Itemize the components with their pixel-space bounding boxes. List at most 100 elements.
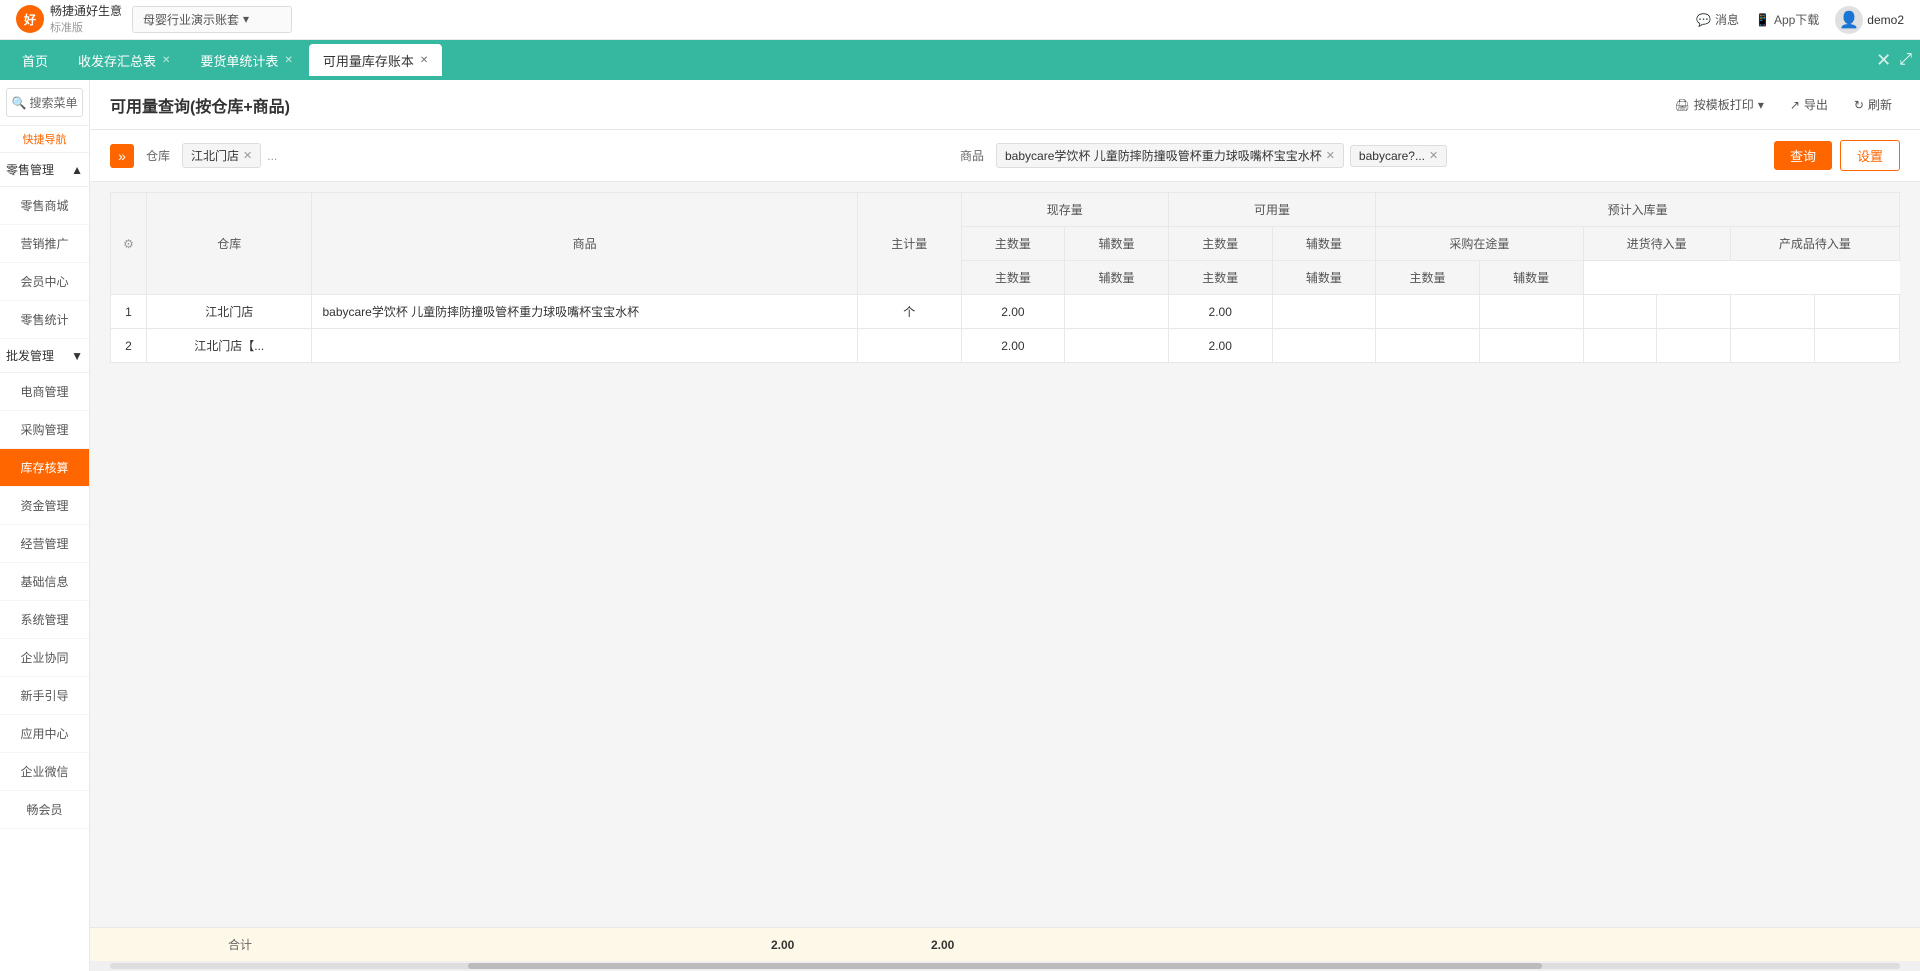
quick-nav-btn[interactable]: 快捷导航 bbox=[0, 126, 89, 153]
data-table: ⚙ 仓库 商品 主计量 现存量 可用量 预计入库量 主数量 辅数量 主数量 辅数… bbox=[110, 192, 1900, 363]
tab-receive-pay[interactable]: 收发存汇总表 ✕ bbox=[64, 44, 184, 76]
sidebar-item-basic-info[interactable]: 基础信息 bbox=[0, 563, 89, 601]
expand-tabs-btn[interactable]: ⤢ bbox=[1899, 51, 1912, 69]
sidebar-item-member-center-label: 会员中心 bbox=[20, 273, 68, 290]
table-scrollbar[interactable] bbox=[90, 961, 1920, 971]
th-stock: 现存量 bbox=[961, 193, 1168, 227]
sidebar-item-ecommerce[interactable]: 电商管理 bbox=[0, 373, 89, 411]
close-all-tabs-btn[interactable]: ✕ bbox=[1876, 50, 1891, 71]
logo-text-block: 畅捷通好生意 标准版 bbox=[50, 4, 122, 34]
sidebar-item-enterprise-wechat[interactable]: 企业微信 bbox=[0, 753, 89, 791]
cell-unit bbox=[857, 329, 961, 363]
tab-order-stats-close[interactable]: ✕ bbox=[284, 55, 292, 66]
sidebar-item-app-center[interactable]: 应用中心 bbox=[0, 715, 89, 753]
export-btn[interactable]: ↗ 导出 bbox=[1782, 92, 1836, 117]
tab-home[interactable]: 首页 bbox=[8, 44, 62, 76]
query-btn[interactable]: 查询 bbox=[1774, 141, 1832, 170]
tab-order-stats[interactable]: 要货单统计表 ✕ bbox=[186, 44, 306, 76]
th-expected: 预计入库量 bbox=[1376, 193, 1900, 227]
warehouse-filter-tags: 江北门店 ✕ ... bbox=[182, 143, 948, 168]
th-incoming: 进货待入量 bbox=[1583, 227, 1730, 261]
app-sub: 标准版 bbox=[50, 19, 122, 35]
refresh-label: 刷新 bbox=[1868, 96, 1892, 113]
product-tag-1-remove-btn[interactable]: ✕ bbox=[1326, 149, 1335, 162]
main-layout: 🔍 搜索菜单 快捷导航 零售管理 ▲ 零售商城 营销推广 会员中心 零售统计 批… bbox=[0, 80, 1920, 971]
sidebar-item-purchase-mgmt[interactable]: 采购管理 bbox=[0, 411, 89, 449]
th-warehouse: 仓库 bbox=[147, 193, 312, 295]
tab-order-stats-label: 要货单统计表 bbox=[200, 51, 278, 70]
sidebar-item-marketing[interactable]: 营销推广 bbox=[0, 225, 89, 263]
industry-selector[interactable]: 母婴行业演示账套 ▾ bbox=[132, 6, 292, 33]
filter-bar: » 仓库 江北门店 ✕ ... 商品 babycare学饮杯 儿童防摔防撞吸管杯… bbox=[90, 130, 1920, 182]
print-btn[interactable]: 🖨 按模板打印 ▾ bbox=[1667, 92, 1772, 117]
th-available: 可用量 bbox=[1168, 193, 1375, 227]
sidebar-item-inventory-label: 库存核算 bbox=[20, 459, 68, 476]
sidebar-item-finance-label: 资金管理 bbox=[20, 497, 68, 514]
sidebar-item-retail-mgmt[interactable]: 零售管理 ▲ bbox=[0, 153, 89, 187]
filter-expand-btn[interactable]: » bbox=[110, 144, 134, 168]
sidebar-item-new-guide[interactable]: 新手引导 bbox=[0, 677, 89, 715]
sidebar-item-enterprise-wechat-label: 企业微信 bbox=[20, 763, 68, 780]
product-tag-2-value: babycare?... bbox=[1359, 149, 1425, 163]
tab-receive-pay-close[interactable]: ✕ bbox=[162, 55, 170, 66]
cell-unit: 个 bbox=[857, 295, 961, 329]
warehouse-tag-remove-btn[interactable]: ✕ bbox=[243, 149, 252, 162]
cell-product: babycare学饮杯 儿童防摔防撞吸管杯重力球吸嘴杯宝宝水杯 bbox=[312, 295, 857, 329]
cell-warehouse: 江北门店【... bbox=[147, 329, 312, 363]
th-purchase-transit-main: 主数量 bbox=[961, 261, 1065, 295]
print-icon: 🖨 bbox=[1675, 98, 1690, 112]
page-actions: 🖨 按模板打印 ▾ ↗ 导出 ↻ 刷新 bbox=[1667, 92, 1900, 117]
cell-available-main: 2.00 bbox=[1168, 329, 1272, 363]
sidebar-item-member[interactable]: 畅会员 bbox=[0, 791, 89, 829]
sidebar-item-enterprise-collab-label: 企业协同 bbox=[20, 649, 68, 666]
user-area[interactable]: 👤 demo2 bbox=[1835, 6, 1904, 34]
avatar: 👤 bbox=[1835, 6, 1863, 34]
filter-actions: 查询 设置 bbox=[1774, 140, 1900, 171]
cell-incoming-sub bbox=[1657, 329, 1731, 363]
sidebar-item-enterprise-collab[interactable]: 企业协同 bbox=[0, 639, 89, 677]
setting-btn[interactable]: 设置 bbox=[1840, 140, 1900, 171]
sidebar-item-member-center[interactable]: 会员中心 bbox=[0, 263, 89, 301]
product-tag-2: babycare?... ✕ bbox=[1350, 145, 1447, 167]
app-download-btn[interactable]: 📱 App下载 bbox=[1755, 11, 1819, 28]
sidebar-item-retail-stats[interactable]: 零售统计 bbox=[0, 301, 89, 339]
sidebar-item-operations-label: 经营管理 bbox=[20, 535, 68, 552]
search-menu-btn[interactable]: 🔍 搜索菜单 bbox=[6, 88, 83, 117]
footer-available-main: 2.00 bbox=[903, 938, 983, 952]
table-row: 2 江北门店【... 2.00 2.00 bbox=[111, 329, 1900, 363]
product-filter-label: 商品 bbox=[960, 147, 984, 164]
cell-available-sub bbox=[1272, 295, 1376, 329]
warehouse-filter-label: 仓库 bbox=[146, 147, 170, 164]
chevron-up-icon: ▲ bbox=[71, 163, 83, 177]
tab-home-label: 首页 bbox=[22, 51, 48, 70]
product-filter-tags: babycare学饮杯 儿童防摔防撞吸管杯重力球吸嘴杯宝宝水杯 ✕ babyca… bbox=[996, 143, 1762, 168]
warehouse-tag-jiangbei: 江北门店 ✕ bbox=[182, 143, 261, 168]
sidebar-item-wholesale-mgmt[interactable]: 批发管理 ▼ bbox=[0, 339, 89, 373]
table-body: 1 江北门店 babycare学饮杯 儿童防摔防撞吸管杯重力球吸嘴杯宝宝水杯 个… bbox=[111, 295, 1900, 363]
warehouse-filter-more-btn[interactable]: ... bbox=[267, 149, 277, 163]
sidebar-item-finance[interactable]: 资金管理 bbox=[0, 487, 89, 525]
tab-receive-pay-label: 收发存汇总表 bbox=[78, 51, 156, 70]
tab-available-stock[interactable]: 可用量库存账本 ✕ bbox=[309, 44, 442, 76]
sidebar-item-inventory[interactable]: 库存核算 bbox=[0, 449, 89, 487]
scroll-thumb[interactable] bbox=[468, 963, 1542, 969]
logo-icon: 好 bbox=[16, 5, 44, 33]
th-unit: 主计量 bbox=[857, 193, 961, 295]
sidebar-item-operations[interactable]: 经营管理 bbox=[0, 525, 89, 563]
chat-btn[interactable]: 💬 消息 bbox=[1696, 11, 1739, 28]
tab-available-stock-close[interactable]: ✕ bbox=[420, 55, 428, 66]
th-incoming-main: 主数量 bbox=[1168, 261, 1272, 295]
cell-product-pending-sub bbox=[1815, 295, 1900, 329]
th-product-pending-sub: 辅数量 bbox=[1479, 261, 1583, 295]
top-bar-right: 💬 消息 📱 App下载 👤 demo2 bbox=[1696, 6, 1904, 34]
cell-purchase-transit-sub bbox=[1479, 329, 1583, 363]
app-name: 畅捷通好生意 bbox=[50, 4, 122, 18]
product-tag-2-remove-btn[interactable]: ✕ bbox=[1429, 149, 1438, 162]
sidebar-search-area: 🔍 搜索菜单 bbox=[0, 80, 89, 126]
sidebar-item-system-mgmt[interactable]: 系统管理 bbox=[0, 601, 89, 639]
sidebar-item-retail-mall[interactable]: 零售商城 bbox=[0, 187, 89, 225]
th-stock-sub: 辅数量 bbox=[1065, 227, 1169, 261]
col-settings-icon[interactable]: ⚙ bbox=[123, 237, 134, 251]
top-bar: 好 畅捷通好生意 标准版 母婴行业演示账套 ▾ 💬 消息 📱 App下载 👤 d… bbox=[0, 0, 1920, 40]
refresh-btn[interactable]: ↻ 刷新 bbox=[1846, 92, 1900, 117]
